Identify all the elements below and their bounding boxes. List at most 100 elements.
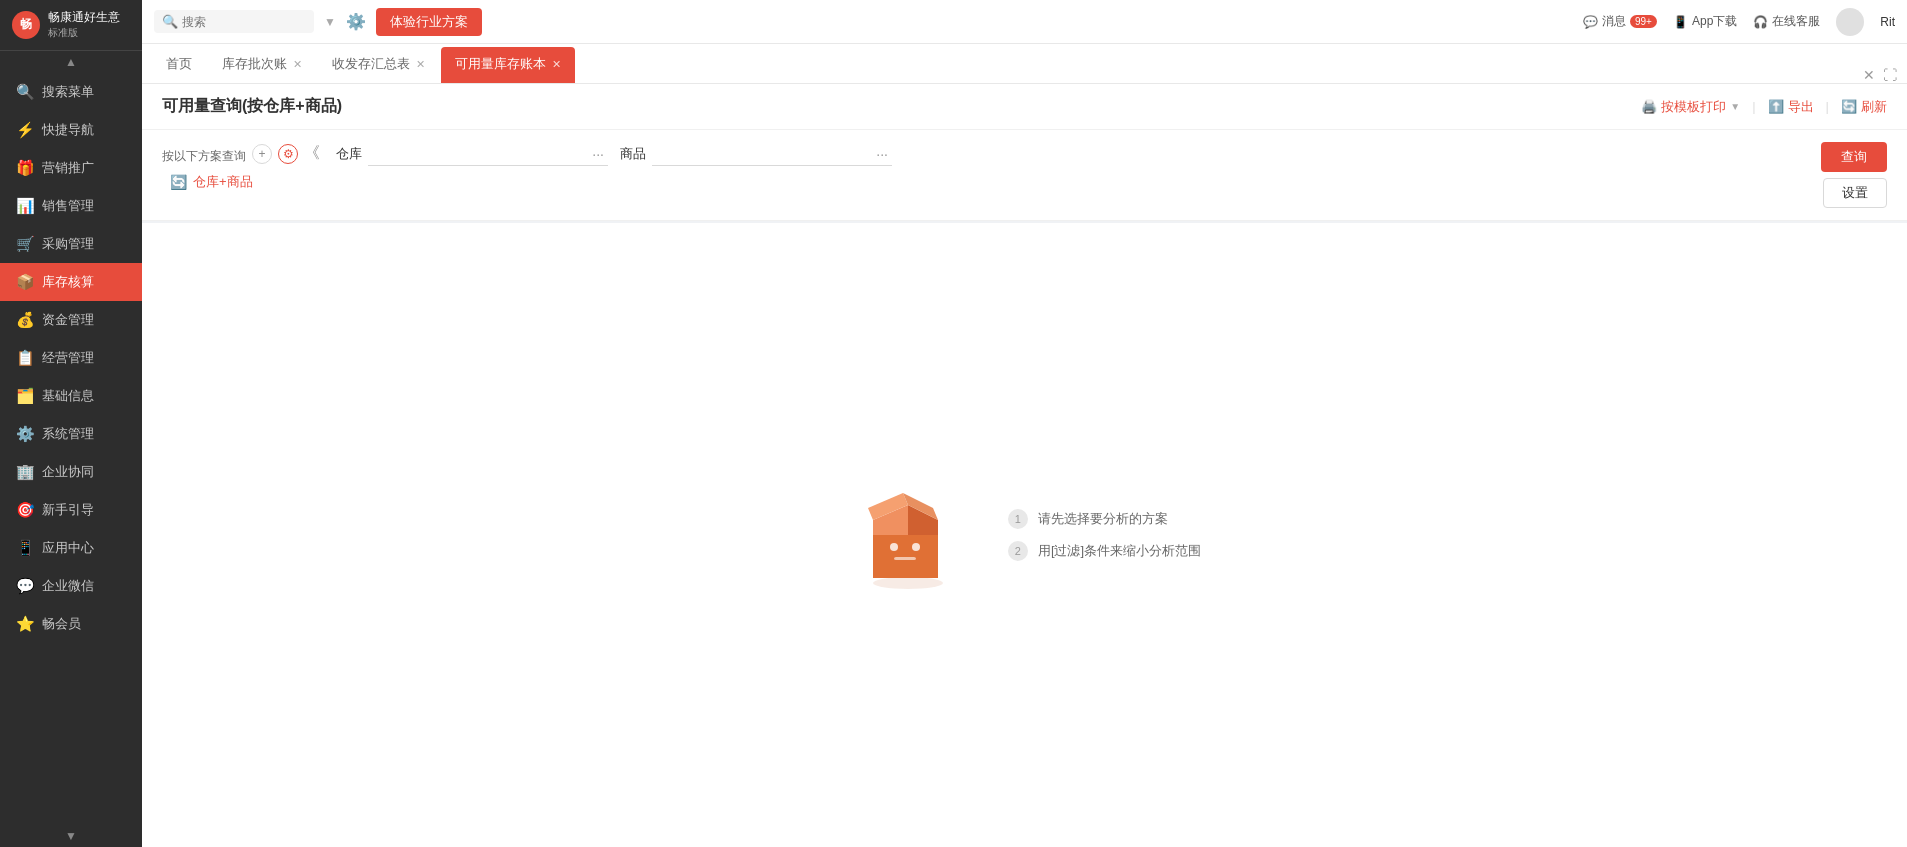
sidebar-scroll-down[interactable]: ▼ [0,825,142,847]
scheme-item-warehouse-product[interactable]: 🔄 仓库+商品 [162,169,320,195]
tab-collect-summary[interactable]: 收发存汇总表 ✕ [318,47,439,83]
topbar: 🔍 ▼ ⚙️ 体验行业方案 💬 消息 99+ 📱 App下载 🎧 在线客服 Ri… [142,0,1907,44]
filter-actions: 查询 设置 [1821,142,1887,208]
system-icon: ⚙️ [16,425,34,443]
empty-hint-item-1: 1 请先选择要分析的方案 [1008,509,1201,529]
topbar-right: 💬 消息 99+ 📱 App下载 🎧 在线客服 Rit [1583,8,1895,36]
filter-fields: 仓库 ··· 商品 ··· [336,142,1805,166]
shortcut-icon: ⚡ [16,121,34,139]
topbar-search-box[interactable]: 🔍 [154,10,314,33]
warehouse-more-icon[interactable]: ··· [592,146,604,162]
search-input[interactable] [182,15,282,29]
search-small-icon: 🔍 [162,14,178,29]
sidebar-item-basic[interactable]: 🗂️ 基础信息 [0,377,142,415]
sidebar-item-shortcut[interactable]: ⚡ 快捷导航 [0,111,142,149]
settings-scheme-button[interactable]: ⚙ [278,144,298,164]
app-download-button[interactable]: 📱 App下载 [1673,13,1737,30]
user-name: Rit [1880,15,1895,29]
page-header: 可用量查询(按仓库+商品) 🖨️ 按模板打印 ▼ | ⬆️ 导出 | 🔄 刷新 [142,84,1907,130]
sidebar-item-member[interactable]: ⭐ 畅会员 [0,605,142,643]
product-input[interactable] [652,142,892,166]
content-area: 可用量查询(按仓库+商品) 🖨️ 按模板打印 ▼ | ⬆️ 导出 | 🔄 刷新 [142,84,1907,847]
main-area: 🔍 ▼ ⚙️ 体验行业方案 💬 消息 99+ 📱 App下载 🎧 在线客服 Ri… [142,0,1907,847]
add-scheme-button[interactable]: + [252,144,272,164]
marketing-icon: 🎁 [16,159,34,177]
sidebar-header: 畅 畅康通好生意 标准版 [0,0,142,51]
close-tab-panel-button[interactable]: ✕ [1863,67,1875,83]
newbie-icon: 🎯 [16,501,34,519]
sidebar-item-newbie[interactable]: 🎯 新手引导 [0,491,142,529]
sidebar-item-system[interactable]: ⚙️ 系统管理 [0,415,142,453]
sidebar-scroll-up[interactable]: ▲ [0,51,142,73]
warehouse-input[interactable] [368,142,608,166]
sidebar-item-purchase[interactable]: 🛒 采购管理 [0,225,142,263]
sidebar-item-apps[interactable]: 📱 应用中心 [0,529,142,567]
sidebar: 畅 畅康通好生意 标准版 ▲ 🔍 搜索菜单 ⚡ 快捷导航 🎁 营销推广 📊 销售… [0,0,142,847]
gear-icon[interactable]: ⚙️ [346,12,366,31]
sidebar-logo: 畅 [12,11,40,39]
product-input-wrap: ··· [652,142,892,166]
print-button[interactable]: 🖨️ 按模板打印 ▼ [1641,98,1740,116]
message-button[interactable]: 💬 消息 99+ [1583,13,1657,30]
hint-num-1: 1 [1008,509,1028,529]
svg-point-5 [890,543,898,551]
sidebar-item-operation[interactable]: 📋 经营管理 [0,339,142,377]
query-button[interactable]: 查询 [1821,142,1887,172]
warehouse-filter-field: 仓库 ··· [336,142,608,166]
settings-button[interactable]: 设置 [1823,178,1887,208]
product-more-icon[interactable]: ··· [876,146,888,162]
page-title: 可用量查询(按仓库+商品) [162,96,342,117]
page-actions: 🖨️ 按模板打印 ▼ | ⬆️ 导出 | 🔄 刷新 [1641,98,1887,116]
export-icon: ⬆️ [1768,99,1784,114]
tab-home[interactable]: 首页 [152,47,206,83]
purchase-icon: 🛒 [16,235,34,253]
sidebar-nav: 🔍 搜索菜单 ⚡ 快捷导航 🎁 营销推广 📊 销售管理 🛒 采购管理 📦 库存核… [0,73,142,825]
print-dropdown-icon[interactable]: ▼ [1730,101,1740,112]
filter-area: 按以下方案查询 + ⚙ 《 🔄 仓库+商品 仓库 ··· [142,130,1907,221]
filter-scheme-header: 按以下方案查询 + ⚙ 《 [162,142,320,165]
enterprise-icon: 🏢 [16,463,34,481]
sidebar-item-inventory[interactable]: 📦 库存核算 [0,263,142,301]
search-icon: 🔍 [16,83,34,101]
refresh-icon: 🔄 [1841,99,1857,114]
sidebar-item-search[interactable]: 🔍 搜索菜单 [0,73,142,111]
tab-close-available[interactable]: ✕ [552,59,561,70]
tab-available-inventory[interactable]: 可用量库存账本 ✕ [441,47,575,83]
customer-service-button[interactable]: 🎧 在线客服 [1753,13,1820,30]
sidebar-item-sales[interactable]: 📊 销售管理 [0,187,142,225]
tab-batch-account[interactable]: 库存批次账 ✕ [208,47,316,83]
collapse-button[interactable]: 《 [304,143,320,164]
sidebar-subtitle: 标准版 [48,26,120,40]
phone-icon: 📱 [1673,15,1688,29]
tab-close-collect[interactable]: ✕ [416,59,425,70]
user-avatar[interactable] [1836,8,1864,36]
basic-icon: 🗂️ [16,387,34,405]
operation-icon: 📋 [16,349,34,367]
message-icon: 💬 [1583,15,1598,29]
svg-rect-7 [894,557,916,560]
hint-num-2: 2 [1008,541,1028,561]
empty-hint: 1 请先选择要分析的方案 2 用[过滤]条件来缩小分析范围 [1008,509,1201,561]
product-filter-field: 商品 ··· [620,142,892,166]
sidebar-item-marketing[interactable]: 🎁 营销推广 [0,149,142,187]
filter-section-label: 按以下方案查询 [162,142,246,165]
export-button[interactable]: ⬆️ 导出 [1768,98,1814,116]
member-icon: ⭐ [16,615,34,633]
tab-close-batch[interactable]: ✕ [293,59,302,70]
experience-button[interactable]: 体验行业方案 [376,8,482,36]
wechat-icon: 💬 [16,577,34,595]
refresh-button[interactable]: 🔄 刷新 [1841,98,1887,116]
printer-icon: 🖨️ [1641,99,1657,114]
sidebar-item-wechat[interactable]: 💬 企业微信 [0,567,142,605]
empty-illustration [848,475,968,595]
empty-hint-item-2: 2 用[过滤]条件来缩小分析范围 [1008,541,1201,561]
finance-icon: 💰 [16,311,34,329]
svg-point-6 [912,543,920,551]
inventory-icon: 📦 [16,273,34,291]
apps-icon: 📱 [16,539,34,557]
maximize-button[interactable]: ⛶ [1883,67,1897,83]
sidebar-item-enterprise[interactable]: 🏢 企业协同 [0,453,142,491]
sidebar-item-finance[interactable]: 💰 资金管理 [0,301,142,339]
warehouse-input-wrap: ··· [368,142,608,166]
sidebar-title: 畅康通好生意 [48,10,120,26]
